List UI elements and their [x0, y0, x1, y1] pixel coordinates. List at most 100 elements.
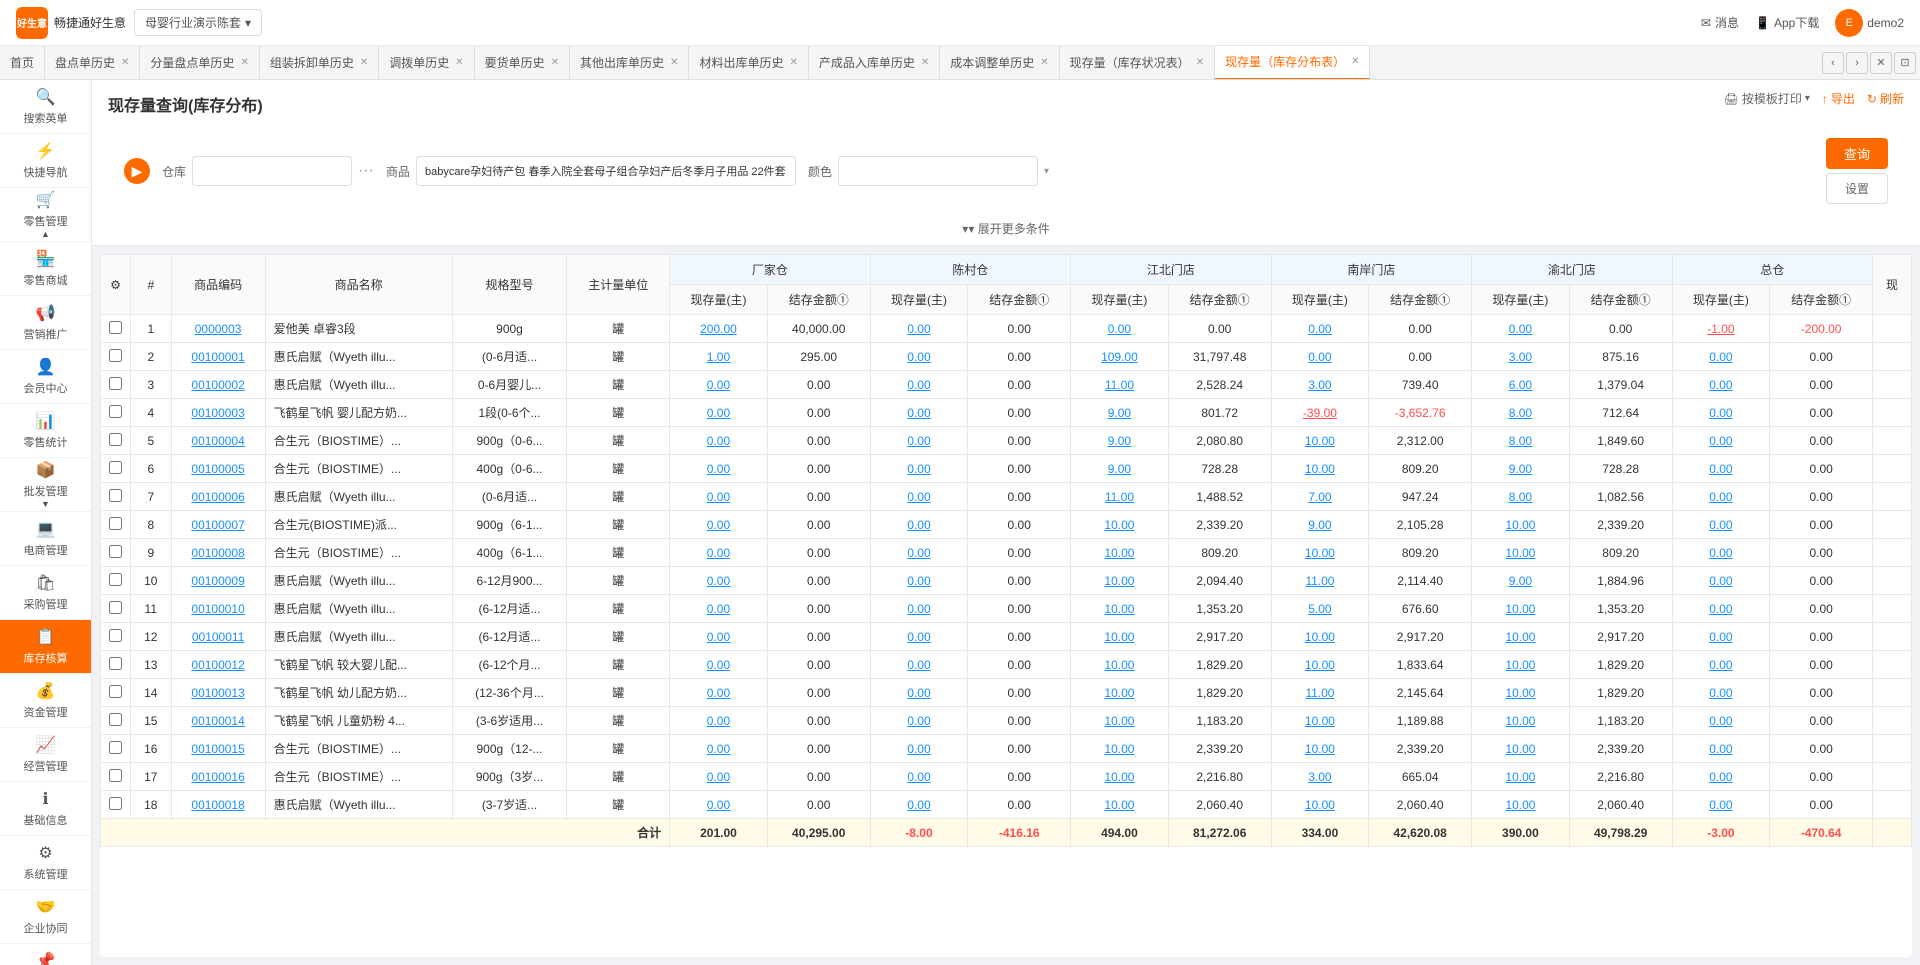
- row-cy-qty[interactable]: 0.00: [670, 483, 768, 511]
- row-cy-qty[interactable]: 0.00: [670, 399, 768, 427]
- row-cc-qty[interactable]: 0.00: [870, 483, 968, 511]
- row-zc-qty[interactable]: 0.00: [1672, 735, 1770, 763]
- row-code[interactable]: 00100001: [171, 343, 265, 371]
- row-yb-qty[interactable]: 10.00: [1472, 623, 1570, 651]
- close-icon[interactable]: ✕: [1196, 57, 1204, 68]
- row-na-qty[interactable]: 9.00: [1271, 511, 1369, 539]
- row-jb-qty[interactable]: 10.00: [1071, 511, 1169, 539]
- row-na-qty[interactable]: 5.00: [1271, 595, 1369, 623]
- print-button[interactable]: 🖨 按模板打印 ▾: [1724, 90, 1810, 107]
- row-code[interactable]: 00100015: [171, 735, 265, 763]
- row-cc-qty[interactable]: 0.00: [870, 511, 968, 539]
- row-jb-qty[interactable]: 10.00: [1071, 623, 1169, 651]
- row-na-qty[interactable]: 10.00: [1271, 427, 1369, 455]
- row-cc-qty[interactable]: 0.00: [870, 427, 968, 455]
- row-cc-qty[interactable]: 0.00: [870, 371, 968, 399]
- row-na-qty[interactable]: 0.00: [1271, 343, 1369, 371]
- gear-icon[interactable]: ⚙: [110, 278, 121, 292]
- tab-expand-button[interactable]: ⊡: [1894, 52, 1916, 74]
- tab-material-out-history[interactable]: 材料出库单历史 ✕: [689, 46, 808, 80]
- row-code[interactable]: 00100008: [171, 539, 265, 567]
- sidebar-item-operations[interactable]: 📈 经营管理: [0, 728, 91, 782]
- row-code[interactable]: 00100014: [171, 707, 265, 735]
- row-jb-qty[interactable]: 0.00: [1071, 315, 1169, 343]
- tab-prev-button[interactable]: ‹: [1822, 52, 1844, 74]
- row-yb-qty[interactable]: 10.00: [1472, 791, 1570, 819]
- row-check[interactable]: [101, 595, 131, 623]
- row-code[interactable]: 00100012: [171, 651, 265, 679]
- sidebar-item-member[interactable]: 👤 会员中心: [0, 350, 91, 404]
- row-cc-qty[interactable]: 0.00: [870, 595, 968, 623]
- row-zc-qty[interactable]: 0.00: [1672, 511, 1770, 539]
- row-zc-qty[interactable]: 0.00: [1672, 483, 1770, 511]
- row-cc-qty[interactable]: 0.00: [870, 623, 968, 651]
- row-code[interactable]: 00100011: [171, 623, 265, 651]
- close-icon[interactable]: ✕: [1040, 57, 1048, 68]
- row-zc-qty[interactable]: 0.00: [1672, 651, 1770, 679]
- row-yb-qty[interactable]: 10.00: [1472, 679, 1570, 707]
- row-code[interactable]: 00100016: [171, 763, 265, 791]
- row-cc-qty[interactable]: 0.00: [870, 315, 968, 343]
- row-check[interactable]: [101, 455, 131, 483]
- warehouse-input[interactable]: [192, 156, 352, 186]
- app-download-button[interactable]: 📱 App下载: [1755, 14, 1819, 31]
- row-na-qty[interactable]: 3.00: [1271, 763, 1369, 791]
- row-na-qty[interactable]: 0.00: [1271, 315, 1369, 343]
- row-check[interactable]: [101, 315, 131, 343]
- close-icon[interactable]: ✕: [670, 57, 678, 68]
- settings-button[interactable]: 设置: [1826, 173, 1888, 204]
- color-input[interactable]: [838, 156, 1038, 186]
- row-check[interactable]: [101, 343, 131, 371]
- expand-conditions-button[interactable]: ▾▾ 展开更多条件: [108, 216, 1904, 245]
- row-yb-qty[interactable]: 9.00: [1472, 455, 1570, 483]
- row-cy-qty[interactable]: 0.00: [670, 455, 768, 483]
- refresh-button[interactable]: ↻ 刷新: [1867, 90, 1904, 107]
- row-cc-qty[interactable]: 0.00: [870, 539, 968, 567]
- row-code[interactable]: 00100005: [171, 455, 265, 483]
- tab-transfer-history[interactable]: 调拨单历史 ✕: [379, 46, 474, 80]
- row-code[interactable]: 00100010: [171, 595, 265, 623]
- row-na-qty[interactable]: 3.00: [1271, 371, 1369, 399]
- row-yb-qty[interactable]: 8.00: [1472, 427, 1570, 455]
- sidebar-item-inventory[interactable]: 📋 库存核算: [0, 620, 91, 674]
- row-na-qty[interactable]: 10.00: [1271, 707, 1369, 735]
- row-jb-qty[interactable]: 109.00: [1071, 343, 1169, 371]
- row-check[interactable]: [101, 483, 131, 511]
- row-cy-qty[interactable]: 0.00: [670, 371, 768, 399]
- row-yb-qty[interactable]: 0.00: [1472, 315, 1570, 343]
- row-jb-qty[interactable]: 10.00: [1071, 791, 1169, 819]
- row-code[interactable]: 00100002: [171, 371, 265, 399]
- sidebar-item-mall[interactable]: 🏪 零售商城: [0, 242, 91, 296]
- row-code[interactable]: 00100006: [171, 483, 265, 511]
- row-cy-qty[interactable]: 0.00: [670, 791, 768, 819]
- row-zc-qty[interactable]: 0.00: [1672, 371, 1770, 399]
- close-icon[interactable]: ✕: [921, 57, 929, 68]
- close-icon[interactable]: ✕: [240, 57, 248, 68]
- row-check[interactable]: [101, 679, 131, 707]
- row-code[interactable]: 00100003: [171, 399, 265, 427]
- row-yb-qty[interactable]: 8.00: [1472, 483, 1570, 511]
- sidebar-item-purchase[interactable]: 🛍 采购管理: [0, 566, 91, 620]
- sidebar-item-system[interactable]: ⚙ 系统管理: [0, 836, 91, 890]
- row-na-qty[interactable]: 10.00: [1271, 791, 1369, 819]
- row-zc-qty[interactable]: 0.00: [1672, 399, 1770, 427]
- row-code[interactable]: 0000003: [171, 315, 265, 343]
- sidebar-item-basic-info[interactable]: ℹ 基础信息: [0, 782, 91, 836]
- row-jb-qty[interactable]: 10.00: [1071, 735, 1169, 763]
- row-cc-qty[interactable]: 0.00: [870, 455, 968, 483]
- row-check[interactable]: [101, 539, 131, 567]
- row-na-qty[interactable]: -39.00: [1271, 399, 1369, 427]
- row-check[interactable]: [101, 567, 131, 595]
- sidebar-item-search[interactable]: 🔍 搜索英单: [0, 80, 91, 134]
- row-cy-qty[interactable]: 0.00: [670, 595, 768, 623]
- row-zc-qty[interactable]: 0.00: [1672, 707, 1770, 735]
- sidebar-item-retail-stats[interactable]: 📊 零售统计: [0, 404, 91, 458]
- row-zc-qty[interactable]: 0.00: [1672, 791, 1770, 819]
- row-jb-qty[interactable]: 10.00: [1071, 595, 1169, 623]
- row-na-qty[interactable]: 10.00: [1271, 539, 1369, 567]
- row-cc-qty[interactable]: 0.00: [870, 651, 968, 679]
- row-yb-qty[interactable]: 10.00: [1472, 595, 1570, 623]
- row-check[interactable]: [101, 371, 131, 399]
- tab-stock-status[interactable]: 现存量（库存状况表） ✕: [1060, 46, 1215, 80]
- row-yb-qty[interactable]: 8.00: [1472, 399, 1570, 427]
